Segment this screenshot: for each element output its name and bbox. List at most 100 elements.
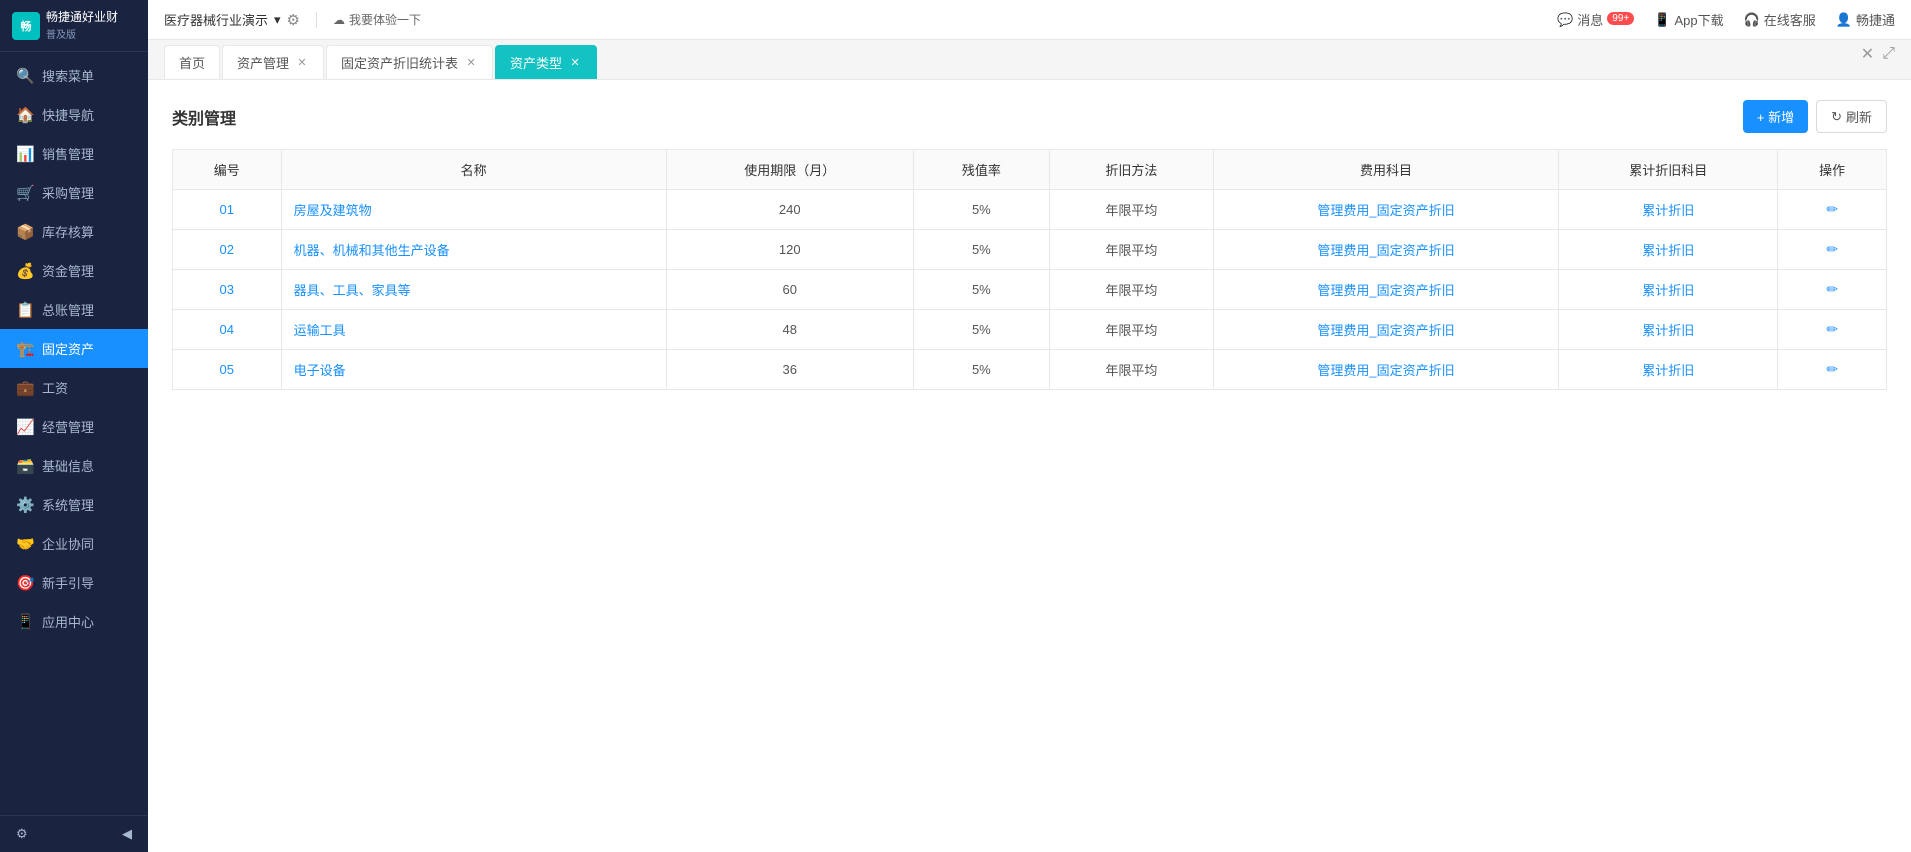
sidebar-item-1[interactable]: 🏠 快捷导航 [0,95,148,134]
user-btn[interactable]: 👤 畅捷通 [1836,10,1895,29]
sidebar-logo: 畅 畅捷通好业财 普及版 [0,0,148,52]
topbar-title: 医疗器械行业演示 ▾ ⚙ [164,10,300,29]
sidebar-label-7: 固定资产 [42,339,94,358]
window-controls: ✕ ⤢ [1861,44,1895,64]
sidebar-label-3: 采购管理 [42,183,94,202]
col-header-5: 费用科目 [1213,150,1558,190]
sidebar-label-0: 搜索菜单 [42,66,94,85]
settings-icon[interactable]: ⚙ [16,826,28,842]
sidebar-icon-0: 🔍 [16,67,34,85]
cell-method-3: 年限平均 [1049,310,1213,350]
app-download-label: App下载 [1674,10,1723,29]
collapse-icon[interactable]: ◀ [122,826,132,842]
table-row: 02 机器、机械和其他生产设备 120 5% 年限平均 管理费用_固定资产折旧 … [173,230,1887,270]
cell-expense-2: 管理费用_固定资产折旧 [1213,270,1558,310]
sidebar-icon-12: 🤝 [16,535,34,553]
sidebar-item-7[interactable]: 🏗️固定资产 [0,329,148,368]
cell-id-4: 05 [173,350,282,390]
sidebar-item-10[interactable]: 🗃️ 基础信息 [0,446,148,485]
col-header-1: 名称 [281,150,666,190]
logo-icon: 畅 [12,12,40,40]
experience-label: 我要体验一下 [349,11,421,28]
sidebar-icon-8: 💼 [16,379,34,397]
cell-method-1: 年限平均 [1049,230,1213,270]
topbar-experience[interactable]: ☁ 我要体验一下 [333,11,421,28]
edit-btn-3[interactable]: ✏ [1826,321,1838,337]
cell-method-4: 年限平均 [1049,350,1213,390]
sidebar-label-10: 基础信息 [42,456,94,475]
table-row: 03 器具、工具、家具等 60 5% 年限平均 管理费用_固定资产折旧 累计折旧… [173,270,1887,310]
sidebar-item-0[interactable]: 🔍 搜索菜单 [0,56,148,95]
tab-2[interactable]: 固定资产折旧统计表 ✕ [326,45,493,79]
sidebar-item-14[interactable]: 📱应用中心 [0,602,148,641]
close-window-btn[interactable]: ✕ [1861,44,1874,64]
topbar-settings-icon[interactable]: ⚙ [287,11,300,29]
sidebar-icon-6: 📋 [16,301,34,319]
maximize-window-btn[interactable]: ⤢ [1882,45,1895,63]
cell-accum-2: 累计折旧 [1559,270,1778,310]
cell-accum-1: 累计折旧 [1559,230,1778,270]
sidebar-nav: 🔍 搜索菜单 🏠 快捷导航 📊销售管理🛒采购管理📦库存核算💰资金管理📋总账管理🏗️固定资… [0,52,148,815]
tab-3[interactable]: 资产类型✕ [495,45,597,79]
new-button[interactable]: + 新增 [1743,100,1808,133]
sidebar-item-6[interactable]: 📋总账管理 [0,290,148,329]
sidebar-icon-2: 📊 [16,145,34,163]
sidebar-item-2[interactable]: 📊销售管理 [0,134,148,173]
refresh-button[interactable]: ↻ 刷新 [1816,100,1887,133]
tabbar: ✕ ⤢ 首页资产管理✕固定资产折旧统计表✕资产类型✕ [148,40,1911,80]
tab-label-1: 资产管理 [237,53,289,72]
sidebar-icon-5: 💰 [16,262,34,280]
edit-btn-2[interactable]: ✏ [1826,281,1838,297]
edit-btn-1[interactable]: ✏ [1826,241,1838,257]
refresh-icon: ↻ [1831,109,1842,125]
cell-period-4: 36 [666,350,913,390]
sidebar-label-1: 快捷导航 [42,105,94,124]
cell-id-1: 02 [173,230,282,270]
topbar-app-title: 医疗器械行业演示 [164,10,268,29]
user-label: 畅捷通 [1856,10,1895,29]
app-download-btn[interactable]: 📱 App下载 [1654,10,1723,29]
cell-residual-2: 5% [913,270,1049,310]
customer-service-btn[interactable]: 🎧 在线客服 [1744,10,1816,29]
tab-close-1[interactable]: ✕ [295,56,309,70]
cell-period-0: 240 [666,190,913,230]
sidebar-item-9[interactable]: 📈 经营管理 [0,407,148,446]
edit-btn-4[interactable]: ✏ [1826,361,1838,377]
edit-btn-0[interactable]: ✏ [1826,201,1838,217]
refresh-label: 刷新 [1846,107,1872,126]
tab-0[interactable]: 首页 [164,45,220,79]
sidebar-icon-9: 📈 [16,418,34,436]
sidebar-item-5[interactable]: 💰资金管理 [0,251,148,290]
cell-name-2: 器具、工具、家具等 [281,270,666,310]
cell-name-3: 运输工具 [281,310,666,350]
sidebar-icon-14: 📱 [16,613,34,631]
cell-expense-4: 管理费用_固定资产折旧 [1213,350,1558,390]
sidebar-item-4[interactable]: 📦库存核算 [0,212,148,251]
sidebar-icon-10: 🗃️ [16,457,34,475]
sidebar-item-11[interactable]: ⚙️系统管理 [0,485,148,524]
topbar-dropdown-icon[interactable]: ▾ [274,12,281,28]
topbar-divider [316,12,317,28]
cloud-icon: ☁ [333,13,345,27]
tab-1[interactable]: 资产管理 ✕ [222,45,324,79]
sidebar-item-12[interactable]: 🤝企业协同 [0,524,148,563]
cell-action-2: ✏ [1778,270,1887,310]
sidebar-label-9: 经营管理 [42,417,94,436]
cell-id-2: 03 [173,270,282,310]
cell-id-3: 04 [173,310,282,350]
cell-expense-3: 管理费用_固定资产折旧 [1213,310,1558,350]
tab-label-2: 固定资产折旧统计表 [341,53,458,72]
tab-close-3[interactable]: ✕ [568,56,582,70]
sidebar-icon-1: 🏠 [16,106,34,124]
sidebar-item-3[interactable]: 🛒采购管理 [0,173,148,212]
table-body: 01 房屋及建筑物 240 5% 年限平均 管理费用_固定资产折旧 累计折旧 ✏… [173,190,1887,390]
service-icon: 🎧 [1744,12,1760,28]
messages-btn[interactable]: 💬 消息 99+ [1557,10,1634,29]
sidebar-item-8[interactable]: 💼工资 [0,368,148,407]
customer-service-label: 在线客服 [1764,10,1816,29]
col-header-4: 折旧方法 [1049,150,1213,190]
sidebar-label-11: 系统管理 [42,495,94,514]
sidebar-item-13[interactable]: 🎯新手引导 [0,563,148,602]
col-header-0: 编号 [173,150,282,190]
tab-close-2[interactable]: ✕ [464,56,478,70]
